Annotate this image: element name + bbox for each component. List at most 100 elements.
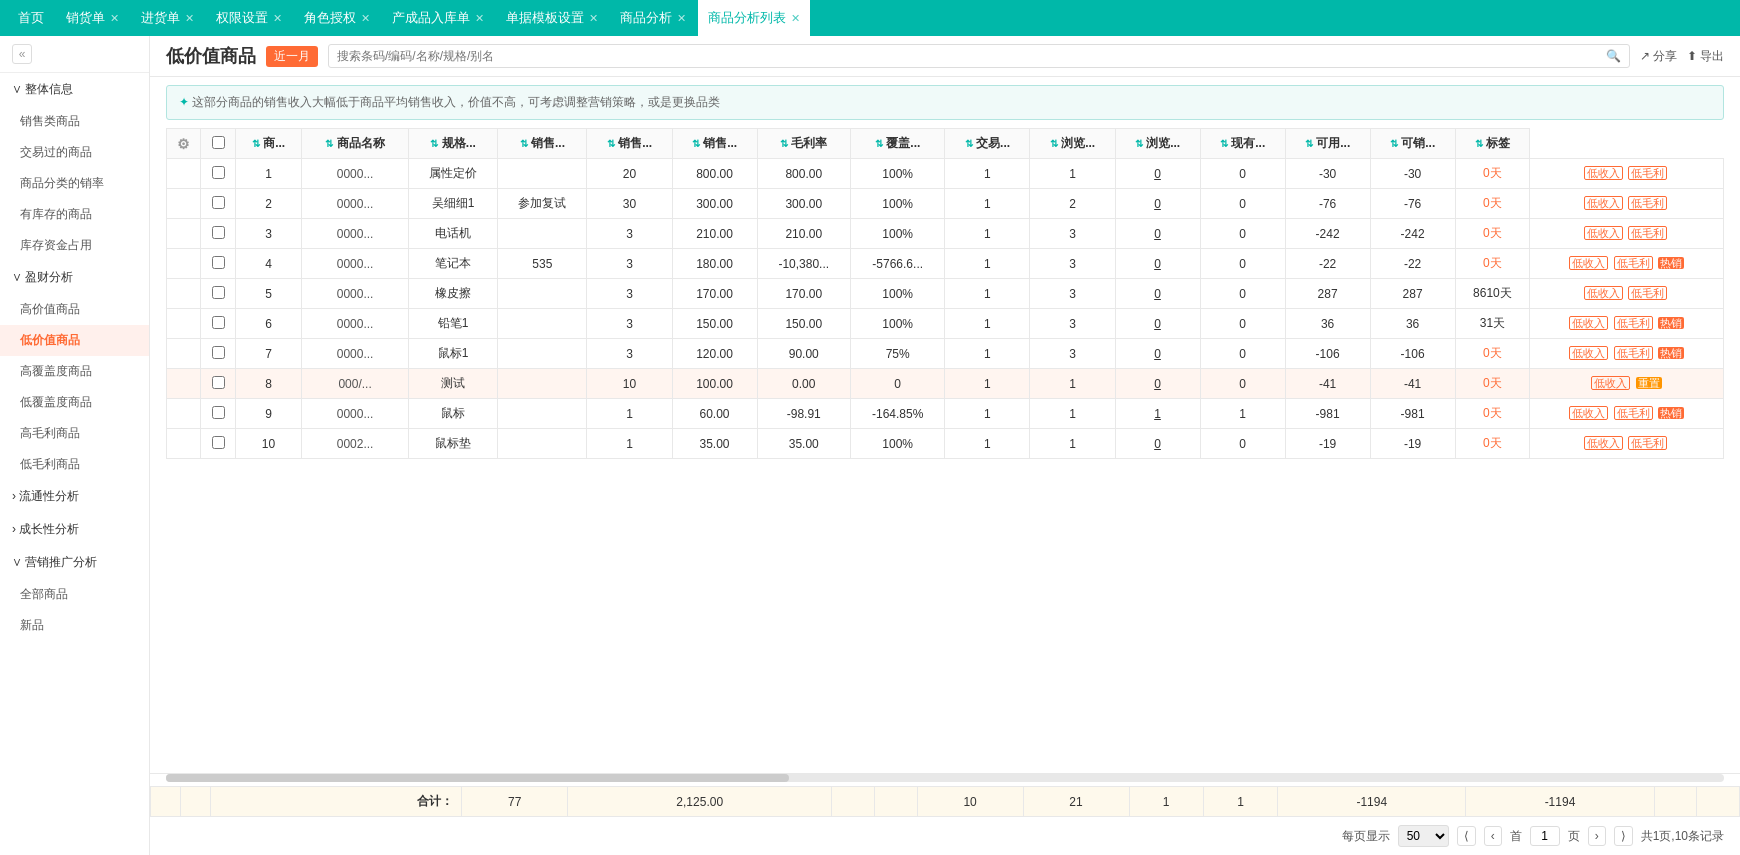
- scroll-bar[interactable]: [166, 774, 1724, 782]
- cell-browse2: 1: [1200, 399, 1285, 429]
- row-checkbox[interactable]: [212, 166, 225, 179]
- select-all-checkbox[interactable]: [212, 136, 225, 149]
- cell-code: 0000...: [302, 339, 409, 369]
- row-checkbox[interactable]: [212, 286, 225, 299]
- close-icon[interactable]: ✕: [110, 12, 119, 25]
- cell-days: 0天: [1455, 399, 1530, 429]
- info-bar: ✦ 这部分商品的销售收入大幅低于商品平均销售收入，价值不高，可考虑调整营销策略，…: [166, 85, 1724, 120]
- table-row: 7 0000... 鼠标1 3 120.00 90.00 75% 1 3 0 0…: [167, 339, 1724, 369]
- sidebar-item-stock-funds[interactable]: 库存资金占用: [0, 230, 149, 261]
- sidebar-item-new-products[interactable]: 新品: [0, 610, 149, 641]
- row-checkbox[interactable]: [212, 346, 225, 359]
- total-records: 共1页,10条记录: [1641, 828, 1724, 845]
- close-icon[interactable]: ✕: [475, 12, 484, 25]
- nav-product-in[interactable]: 产成品入库单 ✕: [382, 0, 494, 36]
- close-icon[interactable]: ✕: [791, 12, 800, 25]
- sidebar-group-marketing[interactable]: ∨ 营销推广分析: [0, 546, 149, 579]
- sidebar-item-high-profit[interactable]: 高毛利商品: [0, 418, 149, 449]
- cell-browse1[interactable]: 0: [1115, 189, 1200, 219]
- sidebar-item-low-profit[interactable]: 低毛利商品: [0, 449, 149, 480]
- col-checkbox[interactable]: [201, 129, 235, 159]
- sidebar-item-high-value[interactable]: 高价值商品: [0, 294, 149, 325]
- cell-browse1[interactable]: 0: [1115, 159, 1200, 189]
- collapse-sidebar-btn[interactable]: «: [12, 44, 32, 64]
- row-checkbox[interactable]: [212, 316, 225, 329]
- sidebar-item-category-rate[interactable]: 商品分类的销率: [0, 168, 149, 199]
- sidebar-item-traded-products[interactable]: 交易过的商品: [0, 137, 149, 168]
- close-icon[interactable]: ✕: [361, 12, 370, 25]
- cell-checkbox[interactable]: [201, 159, 235, 189]
- nav-product-analysis[interactable]: 商品分析 ✕: [610, 0, 696, 36]
- cell-browse1[interactable]: 0: [1115, 339, 1200, 369]
- sidebar-group-circulation[interactable]: › 流通性分析: [0, 480, 149, 513]
- row-checkbox[interactable]: [212, 436, 225, 449]
- search-input[interactable]: [337, 49, 1601, 63]
- sidebar-group-finance[interactable]: ∨ 盈财分析: [0, 261, 149, 294]
- total-saleable: [1654, 787, 1697, 817]
- cell-checkbox[interactable]: [201, 369, 235, 399]
- cell-checkbox[interactable]: [201, 219, 235, 249]
- cell-browse1[interactable]: 0: [1115, 309, 1200, 339]
- per-page-select[interactable]: 50 100 200: [1398, 825, 1449, 847]
- table-area[interactable]: ⚙ ⇅ 商... ⇅ 商品名称 ⇅ 规格... ⇅ 销售... ⇅ 销售... …: [150, 128, 1740, 773]
- cell-code: 0000...: [302, 219, 409, 249]
- sidebar-item-low-coverage[interactable]: 低覆盖度商品: [0, 387, 149, 418]
- row-checkbox[interactable]: [212, 256, 225, 269]
- row-checkbox[interactable]: [212, 406, 225, 419]
- cell-browse1[interactable]: 0: [1115, 279, 1200, 309]
- cell-gross-margin: 100%: [850, 159, 944, 189]
- cell-sales-qty: 3: [587, 339, 672, 369]
- row-checkbox[interactable]: [212, 196, 225, 209]
- page-input[interactable]: [1530, 826, 1560, 846]
- sidebar-group-growth[interactable]: › 成长性分析: [0, 513, 149, 546]
- cell-trade: 3: [1030, 249, 1115, 279]
- cell-coverage: 1: [945, 219, 1030, 249]
- close-icon[interactable]: ✕: [589, 12, 598, 25]
- cell-checkbox[interactable]: [201, 339, 235, 369]
- main-layout: « ∨ 整体信息 销售类商品 交易过的商品 商品分类的销率 有库存的商品 库存资…: [0, 36, 1740, 855]
- cell-browse1[interactable]: 0: [1115, 429, 1200, 459]
- close-icon[interactable]: ✕: [185, 12, 194, 25]
- cell-checkbox[interactable]: [201, 429, 235, 459]
- cell-seq: 3: [235, 219, 301, 249]
- cell-checkbox[interactable]: [201, 309, 235, 339]
- gear-icon[interactable]: ⚙: [177, 136, 190, 152]
- next-page-btn[interactable]: ›: [1588, 826, 1606, 846]
- nav-template[interactable]: 单据模板设置 ✕: [496, 0, 608, 36]
- cell-browse1[interactable]: 0: [1115, 369, 1200, 399]
- export-btn[interactable]: ⬆ 导出: [1687, 48, 1724, 65]
- sidebar-item-all-products[interactable]: 全部商品: [0, 579, 149, 610]
- cell-current-stock: -981: [1285, 399, 1370, 429]
- cell-checkbox[interactable]: [201, 399, 235, 429]
- nav-sales[interactable]: 销货单 ✕: [56, 0, 129, 36]
- nav-permissions[interactable]: 权限设置 ✕: [206, 0, 292, 36]
- close-icon[interactable]: ✕: [273, 12, 282, 25]
- filter-tag-btn[interactable]: 近一月: [266, 46, 318, 67]
- sidebar-item-high-coverage[interactable]: 高覆盖度商品: [0, 356, 149, 387]
- last-page-btn[interactable]: ⟩: [1614, 826, 1633, 846]
- cell-browse1[interactable]: 0: [1115, 219, 1200, 249]
- cell-checkbox[interactable]: [201, 249, 235, 279]
- cell-browse1[interactable]: 0: [1115, 249, 1200, 279]
- cell-sales-profit: 0.00: [757, 369, 850, 399]
- row-checkbox[interactable]: [212, 376, 225, 389]
- row-checkbox[interactable]: [212, 226, 225, 239]
- sidebar-item-sales-products[interactable]: 销售类商品: [0, 106, 149, 137]
- nav-purchase[interactable]: 进货单 ✕: [131, 0, 204, 36]
- col-gear[interactable]: ⚙: [167, 129, 201, 159]
- cell-browse1[interactable]: 1: [1115, 399, 1200, 429]
- cell-checkbox[interactable]: [201, 279, 235, 309]
- share-btn[interactable]: ↗ 分享: [1640, 48, 1677, 65]
- sidebar-item-stocked-products[interactable]: 有库存的商品: [0, 199, 149, 230]
- cell-checkbox[interactable]: [201, 189, 235, 219]
- nav-home[interactable]: 首页: [8, 0, 54, 36]
- nav-roles[interactable]: 角色授权 ✕: [294, 0, 380, 36]
- data-table: ⚙ ⇅ 商... ⇅ 商品名称 ⇅ 规格... ⇅ 销售... ⇅ 销售... …: [166, 128, 1724, 459]
- sidebar-group-overall[interactable]: ∨ 整体信息: [0, 73, 149, 106]
- first-page-btn[interactable]: ⟨: [1457, 826, 1476, 846]
- sidebar-item-low-value[interactable]: 低价值商品: [0, 325, 149, 356]
- search-icon[interactable]: 🔍: [1606, 49, 1621, 63]
- close-icon[interactable]: ✕: [677, 12, 686, 25]
- nav-product-analysis-list[interactable]: 商品分析列表 ✕: [698, 0, 810, 36]
- prev-page-btn[interactable]: ‹: [1484, 826, 1502, 846]
